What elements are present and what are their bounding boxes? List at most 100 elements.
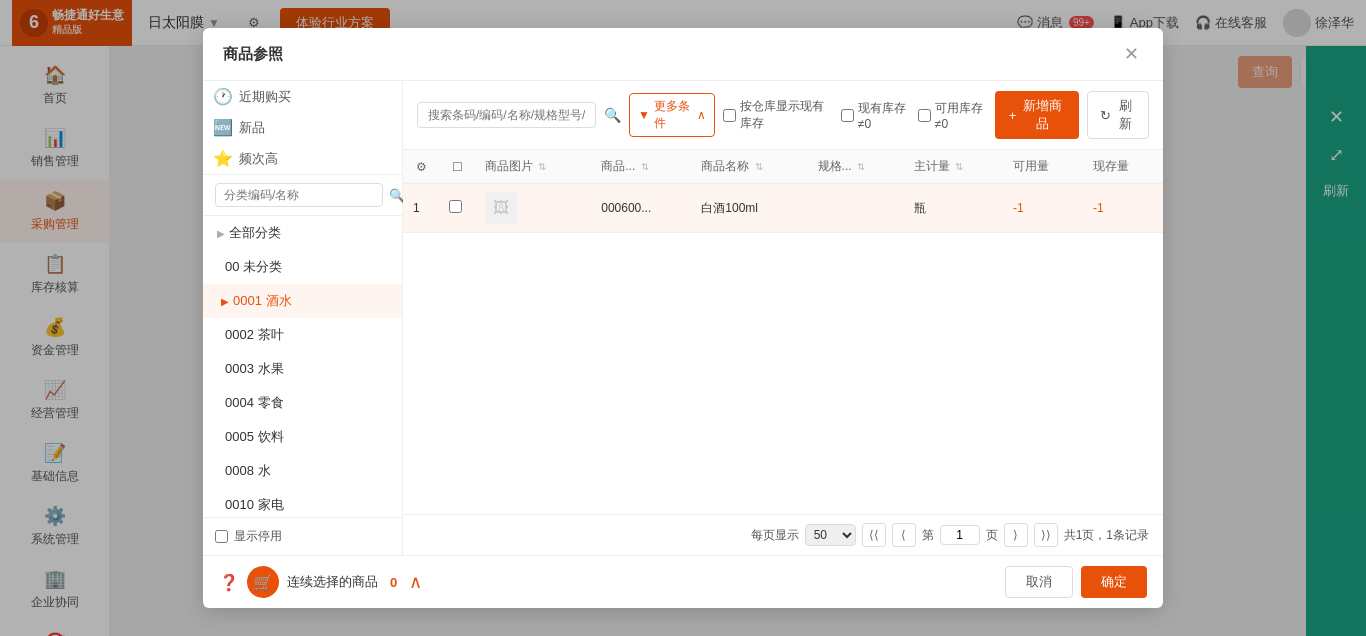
category-alcohol[interactable]: ▶ 0001 酒水 [203, 284, 402, 318]
add-icon: + [1009, 108, 1017, 123]
usable-stock-label: 可用库存≠0 [935, 100, 987, 131]
usable-stock-checkbox[interactable] [918, 109, 931, 122]
col-stock-label: 现存量 [1093, 159, 1129, 173]
category-water[interactable]: 0008 水 [203, 454, 402, 488]
col-settings[interactable]: ⚙ [403, 150, 439, 184]
total-info: 共1页，1条记录 [1064, 527, 1149, 544]
row-name: 白酒100ml [691, 184, 807, 233]
expand-all-icon: ▶ [217, 228, 225, 239]
more-filter-button[interactable]: ▼ 更多条件 ∧ [629, 93, 715, 137]
row-spec [808, 184, 904, 233]
product-unit: 瓶 [914, 201, 926, 215]
existing-stock-filter: 现有库存≠0 [841, 100, 910, 131]
col-available: 可用量 [1003, 150, 1083, 184]
refresh-icon: ↻ [1100, 108, 1111, 123]
row-check[interactable] [439, 184, 475, 233]
category-search-input[interactable] [215, 183, 383, 207]
category-all-label: 全部分类 [229, 224, 281, 242]
col-checkbox[interactable]: ☐ [439, 150, 475, 184]
refresh-label: 刷新 [1115, 97, 1136, 133]
category-snack[interactable]: 0004 零食 [203, 386, 402, 420]
prev-page-button[interactable]: ⟨ [892, 523, 916, 547]
category-appliance[interactable]: 0010 家电 [203, 488, 402, 517]
confirm-button[interactable]: 确定 [1081, 566, 1147, 598]
first-page-button[interactable]: ⟨⟨ [862, 523, 886, 547]
unit-sort-icon[interactable]: ⇅ [955, 161, 963, 172]
col-image: 商品图片 ⇅ [475, 150, 591, 184]
category-appliance-label: 0010 家电 [225, 496, 284, 514]
category-fruit-label: 0003 水果 [225, 360, 284, 378]
modal-close-button[interactable]: ✕ [1119, 42, 1143, 66]
category-beverage-label: 0005 饮料 [225, 428, 284, 446]
code-sort-icon[interactable]: ⇅ [641, 161, 649, 172]
col-unit: 主计量 ⇅ [904, 150, 1003, 184]
row-unit: 瓶 [904, 184, 1003, 233]
usable-stock-filter: 可用库存≠0 [918, 100, 987, 131]
modal-footer: ❓ 🛒 连续选择的商品 0 ∧ 取消 确定 [203, 555, 1163, 608]
quick-filter-new[interactable]: 🆕 新品 [203, 112, 402, 143]
category-tea[interactable]: 0002 茶叶 [203, 318, 402, 352]
product-table-wrap: ⚙ ☐ 商品图片 ⇅ 商品... ⇅ [403, 150, 1163, 514]
warehouse-filter-label: 按仓库显示现有库存 [740, 98, 833, 132]
row-code: 000600... [591, 184, 691, 233]
category-snack-label: 0004 零食 [225, 394, 284, 412]
image-sort-icon[interactable]: ⇅ [538, 161, 546, 172]
cancel-button[interactable]: 取消 [1005, 566, 1073, 598]
help-icon[interactable]: ❓ [219, 573, 239, 592]
quick-filter-recent-label: 近期购买 [239, 88, 291, 106]
quick-filter-frequent[interactable]: ⭐ 频次高 [203, 143, 402, 174]
collapse-footer-icon[interactable]: ∧ [409, 571, 422, 593]
product-available: -1 [1013, 201, 1024, 215]
spec-sort-icon[interactable]: ⇅ [857, 161, 865, 172]
col-code: 商品... ⇅ [591, 150, 691, 184]
add-product-label: 新增商品 [1020, 97, 1064, 133]
col-spec: 规格... ⇅ [808, 150, 904, 184]
modal-header: 商品参照 ✕ [203, 28, 1163, 81]
existing-stock-label: 现有库存≠0 [858, 100, 910, 131]
product-name: 白酒100ml [701, 201, 758, 215]
col-code-label: 商品... [601, 159, 635, 173]
quick-filter-recent[interactable]: 🕐 近期购买 [203, 81, 402, 112]
col-available-label: 可用量 [1013, 159, 1049, 173]
page-label: 第 [922, 527, 934, 544]
add-product-button[interactable]: + 新增商品 [995, 91, 1079, 139]
show-disabled-label: 显示停用 [234, 528, 282, 545]
per-page-label: 每页显示 [751, 527, 799, 544]
page-unit-label: 页 [986, 527, 998, 544]
row-image: 🖼 [475, 184, 591, 233]
row-num: 1 [403, 184, 439, 233]
row-checkbox[interactable] [449, 200, 462, 213]
existing-stock-checkbox[interactable] [841, 109, 854, 122]
category-list: ▶ 全部分类 00 未分类 ▶ 0001 酒水 0002 茶叶 0003 水果 [203, 216, 402, 517]
name-sort-icon[interactable]: ⇅ [755, 161, 763, 172]
page-input[interactable] [940, 525, 980, 545]
modal-overlay: 商品参照 ✕ 🕐 近期购买 🆕 新品 ⭐ [0, 0, 1366, 636]
next-page-button[interactable]: ⟩ [1004, 523, 1028, 547]
category-all[interactable]: ▶ 全部分类 [203, 216, 402, 250]
continuous-select-label: 连续选择的商品 [287, 573, 378, 591]
show-disabled-checkbox[interactable] [215, 530, 228, 543]
category-beverage[interactable]: 0005 饮料 [203, 420, 402, 454]
quick-filter-frequent-label: 频次高 [239, 150, 278, 168]
per-page-select[interactable]: 10 20 50 100 [805, 524, 856, 546]
row-available: -1 [1003, 184, 1083, 233]
col-unit-label: 主计量 [914, 159, 950, 173]
product-stock: -1 [1093, 201, 1104, 215]
filter-label: 更多条件 [654, 98, 693, 132]
cart-button[interactable]: 🛒 [247, 566, 279, 598]
col-spec-label: 规格... [818, 159, 852, 173]
table-toolbar: 🔍 ▼ 更多条件 ∧ 按仓库显示现有库存 现有库存≠0 [403, 81, 1163, 150]
filter-up-icon: ∧ [697, 108, 706, 122]
warehouse-filter-checkbox[interactable] [723, 109, 736, 122]
category-fruit[interactable]: 0003 水果 [203, 352, 402, 386]
search-icon[interactable]: 🔍 [604, 107, 621, 123]
right-panel: 🔍 ▼ 更多条件 ∧ 按仓库显示现有库存 现有库存≠0 [403, 81, 1163, 555]
table-row[interactable]: 1 🖼 000600... 白酒100ml [403, 184, 1163, 233]
col-image-label: 商品图片 [485, 159, 533, 173]
footer-actions: 取消 确定 [1005, 566, 1147, 598]
refresh-button[interactable]: ↻ 刷新 [1087, 91, 1149, 139]
category-uncategorized[interactable]: 00 未分类 [203, 250, 402, 284]
product-search-input[interactable] [417, 102, 596, 128]
last-page-button[interactable]: ⟩⟩ [1034, 523, 1058, 547]
pagination-bar: 每页显示 10 20 50 100 ⟨⟨ ⟨ 第 页 ⟩ ⟩⟩ 共1页，1条记录 [403, 514, 1163, 555]
